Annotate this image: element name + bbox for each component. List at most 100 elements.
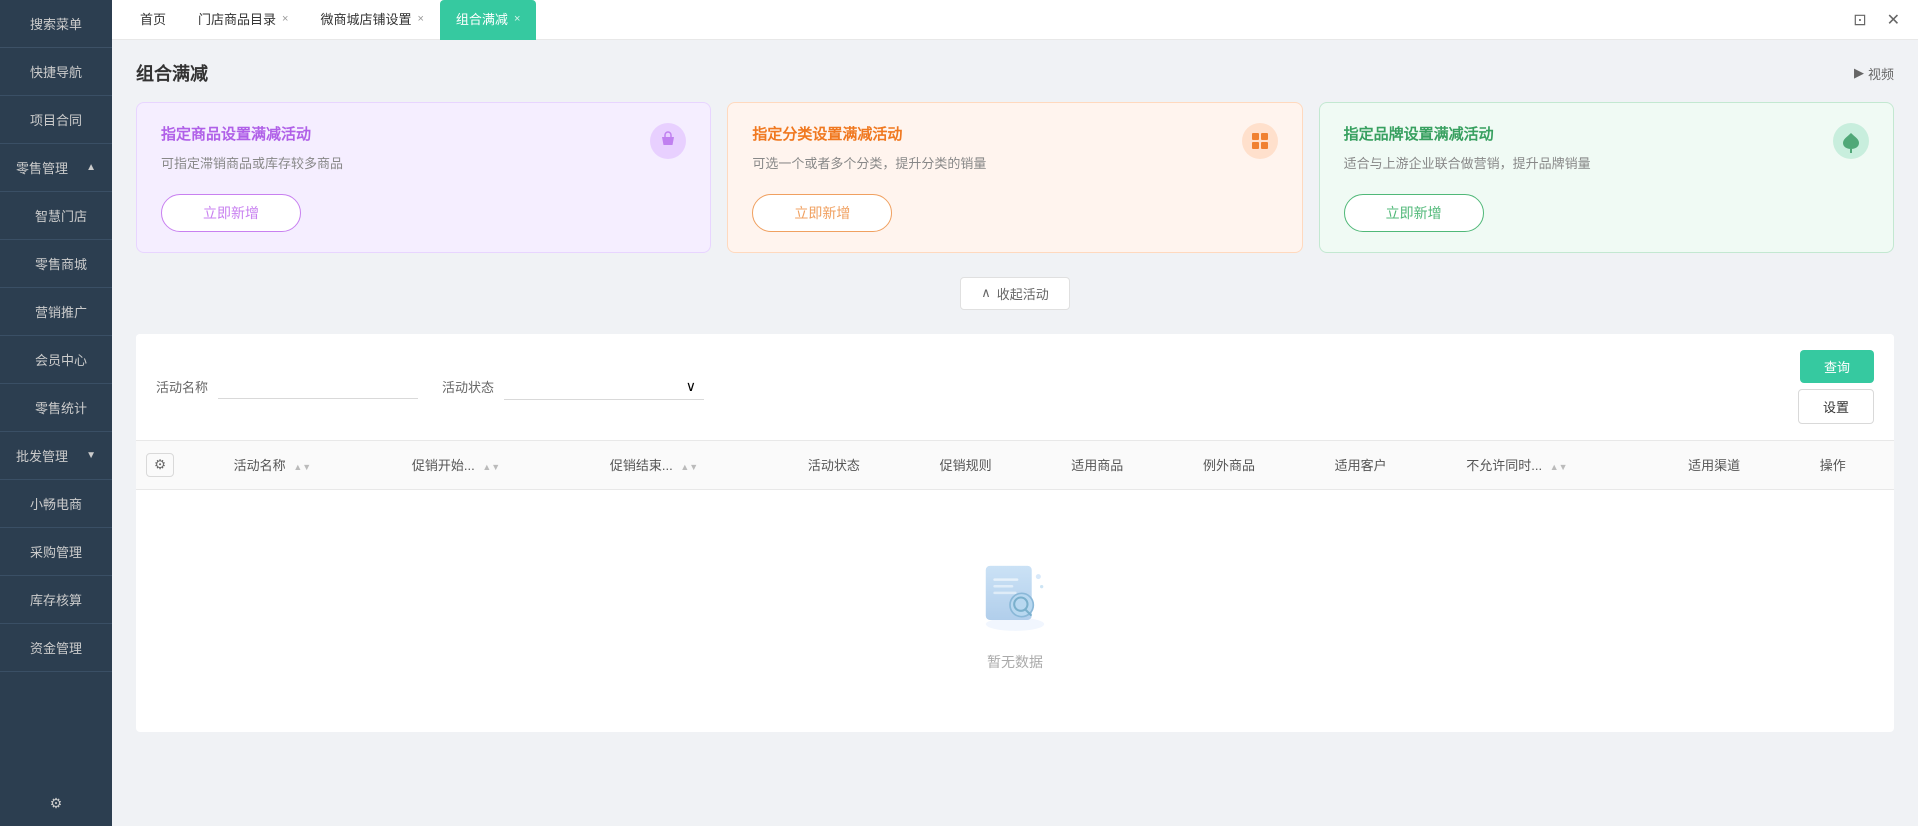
- brand-card-title: 指定品牌设置满减活动: [1344, 123, 1869, 144]
- chevron-up-icon: ∧: [981, 285, 991, 301]
- table-col-applicable-goods: 适用商品: [1061, 441, 1193, 490]
- table-col-promo-start: 促销开始... ▲▼: [402, 441, 600, 490]
- col-operations-label: 操作: [1820, 458, 1846, 473]
- table-col-excluded-goods: 例外商品: [1193, 441, 1325, 490]
- page-content: 组合满减 ▶ 视频 指定商品设置满减活动 可指定滞销商品或库存较多商品: [112, 40, 1918, 826]
- sidebar-item-retail-mall[interactable]: 零售商城: [0, 240, 112, 288]
- activity-status-select[interactable]: ∨: [504, 374, 704, 400]
- sidebar-item-label: 会员中心: [35, 350, 87, 369]
- tab-bar: 首页 门店商品目录 × 微商城店铺设置 × 组合满减 × ⊡ ✕: [112, 0, 1918, 40]
- collapse-activity-button[interactable]: ∧ 收起活动: [960, 277, 1070, 310]
- sidebar-item-inventory-calc[interactable]: 库存核算: [0, 576, 112, 624]
- col-excluded-goods-label: 例外商品: [1203, 458, 1255, 473]
- tab-home-label: 首页: [140, 9, 166, 28]
- sidebar-item-retail-stats[interactable]: 零售统计: [0, 384, 112, 432]
- data-table: ⚙ 活动名称 ▲▼ 促销开始... ▲▼ 促销结束... ▲▼: [136, 441, 1894, 732]
- sidebar-item-label: 小畅电商: [30, 494, 82, 513]
- gear-icon: ⚙: [50, 795, 63, 811]
- table-col-activity-name: 活动名称 ▲▼: [224, 441, 402, 490]
- brand-activity-card: 指定品牌设置满减活动 适合与上游企业联合做营销，提升品牌销量 立即新增: [1319, 102, 1894, 253]
- sidebar-item-member-center[interactable]: 会员中心: [0, 336, 112, 384]
- collapse-bar: ∧ 收起活动: [136, 269, 1894, 318]
- search-actions: 查询 设置: [1798, 350, 1874, 424]
- sidebar-item-quick-nav[interactable]: 快捷导航: [0, 48, 112, 96]
- table-col-applicable-channel: 适用渠道: [1678, 441, 1810, 490]
- col-promo-rule-label: 促销规则: [940, 458, 992, 473]
- col-promo-end-label: 促销结束...: [610, 458, 673, 473]
- sidebar-item-label: 零售统计: [35, 398, 87, 417]
- sidebar-item-retail-management[interactable]: 零售管理 ▲: [0, 144, 112, 192]
- table-col-activity-status: 活动状态: [798, 441, 930, 490]
- sidebar-item-wholesale-management[interactable]: 批发管理 ▼: [0, 432, 112, 480]
- sidebar-item-fund-management[interactable]: 资金管理: [0, 624, 112, 672]
- sidebar: 搜索菜单 快捷导航 项目合同 零售管理 ▲ 智慧门店 零售商城 营销推广 会员中…: [0, 0, 112, 826]
- sidebar-item-label: 资金管理: [30, 638, 82, 657]
- sort-icon: ▲▼: [482, 462, 500, 472]
- video-label: 视频: [1868, 64, 1894, 83]
- sidebar-item-label: 项目合同: [30, 110, 82, 129]
- brand-card-add-button[interactable]: 立即新增: [1344, 194, 1484, 232]
- table-col-applicable-customer: 适用客户: [1325, 441, 1457, 490]
- activity-name-input[interactable]: [218, 375, 418, 399]
- col-applicable-channel-label: 适用渠道: [1688, 458, 1740, 473]
- sidebar-item-label: 营销推广: [35, 302, 87, 321]
- col-activity-status-label: 活动状态: [808, 458, 860, 473]
- product-card-icon: [650, 123, 686, 167]
- brand-card-desc: 适合与上游企业联合做营销，提升品牌销量: [1344, 154, 1869, 174]
- col-no-concurrent-label: 不允许同时...: [1466, 458, 1542, 473]
- sidebar-item-smart-store[interactable]: 智慧门店: [0, 192, 112, 240]
- query-button[interactable]: 查询: [1800, 350, 1874, 383]
- sidebar-item-label: 采购管理: [30, 542, 82, 561]
- category-card-title: 指定分类设置满减活动: [752, 123, 1277, 144]
- tab-combo-discount[interactable]: 组合满减 ×: [440, 0, 536, 40]
- tab-bar-actions: ⊡ ✕: [1847, 6, 1906, 34]
- sort-icon: ▲▼: [680, 462, 698, 472]
- empty-text: 暂无数据: [156, 652, 1874, 672]
- sidebar-item-purchase-management[interactable]: 采购管理: [0, 528, 112, 576]
- empty-illustration: [965, 550, 1065, 640]
- activity-status-label: 活动状态: [442, 377, 494, 396]
- sidebar-search[interactable]: 搜索菜单: [0, 0, 112, 48]
- video-link[interactable]: ▶ 视频: [1854, 64, 1894, 83]
- search-and-table-wrapper: 活动名称 活动状态 ∨ 查询 设置: [136, 334, 1894, 732]
- window-close-button[interactable]: ✕: [1881, 6, 1906, 34]
- page-title: 组合满减: [136, 60, 208, 86]
- sidebar-item-xiaochangec[interactable]: 小畅电商: [0, 480, 112, 528]
- activity-status-field: 活动状态 ∨: [442, 374, 704, 400]
- product-card-title: 指定商品设置满减活动: [161, 123, 686, 144]
- col-promo-start-label: 促销开始...: [412, 458, 475, 473]
- window-restore-button[interactable]: ⊡: [1847, 6, 1872, 34]
- product-activity-card: 指定商品设置满减活动 可指定滞销商品或库存较多商品 立即新增: [136, 102, 711, 253]
- tab-wechat-store[interactable]: 微商城店铺设置 ×: [304, 0, 439, 40]
- tab-combo-discount-close[interactable]: ×: [514, 13, 520, 25]
- sidebar-item-marketing[interactable]: 营销推广: [0, 288, 112, 336]
- tab-store-catalog[interactable]: 门店商品目录 ×: [182, 0, 304, 40]
- brand-card-icon: [1833, 123, 1869, 166]
- page-header: 组合满减 ▶ 视频: [136, 60, 1894, 86]
- table-col-operations: 操作: [1810, 441, 1894, 490]
- table-col-settings: ⚙: [136, 441, 224, 490]
- category-card-add-button[interactable]: 立即新增: [752, 194, 892, 232]
- settings-button[interactable]: 设置: [1798, 389, 1874, 424]
- sidebar-item-label: 零售商城: [35, 254, 87, 273]
- chevron-up-icon: ▲: [86, 162, 96, 173]
- sidebar-item-label: 智慧门店: [35, 206, 87, 225]
- category-card-icon: [1242, 123, 1278, 166]
- category-card-desc: 可选一个或者多个分类，提升分类的销量: [752, 154, 1277, 174]
- tab-store-catalog-close[interactable]: ×: [282, 13, 288, 25]
- chevron-down-icon: ∨: [686, 378, 696, 395]
- activity-cards: 指定商品设置满减活动 可指定滞销商品或库存较多商品 立即新增 指定分类设置满减活…: [136, 102, 1894, 253]
- table-column-settings-button[interactable]: ⚙: [146, 453, 174, 477]
- sort-icon: ▲▼: [1550, 462, 1568, 472]
- activity-name-field: 活动名称: [156, 375, 418, 399]
- product-card-add-button[interactable]: 立即新增: [161, 194, 301, 232]
- chevron-down-icon: ▼: [86, 450, 96, 461]
- tab-home[interactable]: 首页: [124, 0, 182, 40]
- tab-store-catalog-label: 门店商品目录: [198, 9, 276, 28]
- sidebar-settings[interactable]: ⚙: [0, 781, 112, 826]
- collapse-btn-label: 收起活动: [997, 284, 1049, 303]
- category-activity-card: 指定分类设置满减活动 可选一个或者多个分类，提升分类的销量 立即新增: [727, 102, 1302, 253]
- table-col-no-concurrent: 不允许同时... ▲▼: [1456, 441, 1678, 490]
- tab-wechat-store-close[interactable]: ×: [417, 13, 423, 25]
- sidebar-item-project-contract[interactable]: 项目合同: [0, 96, 112, 144]
